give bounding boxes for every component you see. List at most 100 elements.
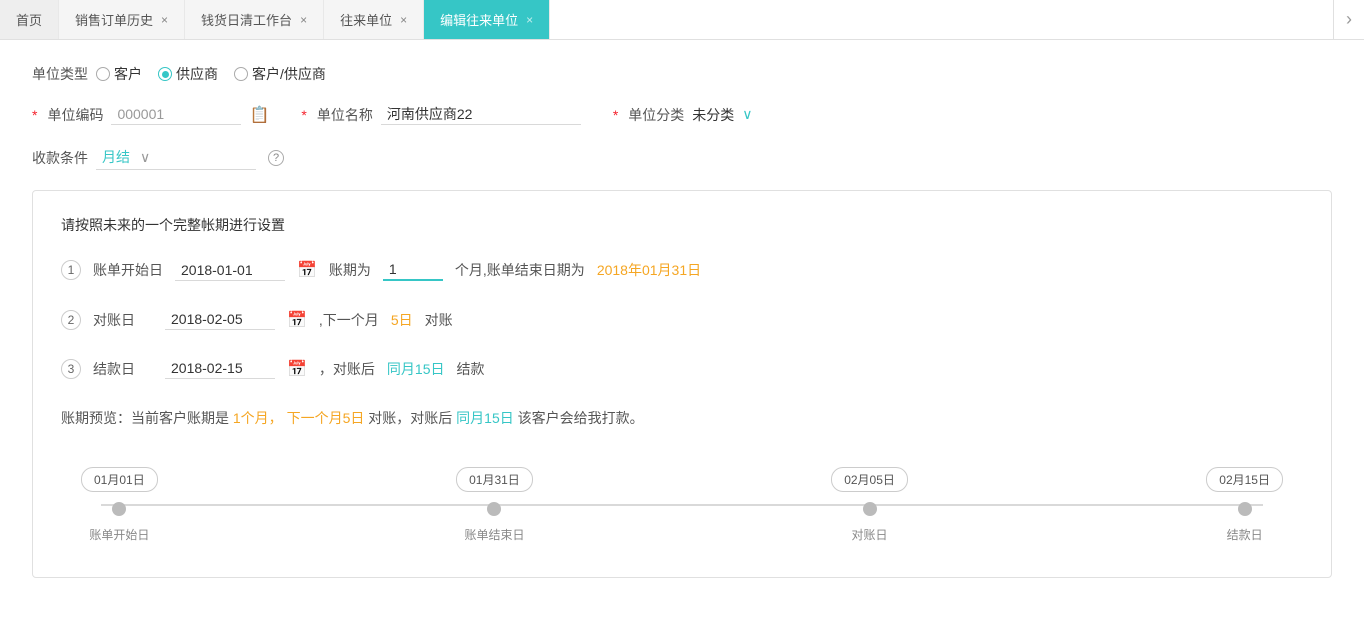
main-content: 单位类型 客户 供应商 客户/供应商 * 单位编码	[0, 40, 1364, 626]
radio-supplier-circle	[158, 67, 172, 81]
tab-sales-history-close[interactable]: ×	[161, 13, 168, 27]
tab-cash-workbench-close[interactable]: ×	[300, 13, 307, 27]
preview-suffix: 该客户会给我打款。	[518, 410, 644, 426]
timeline-node-1: 01月31日 账单结束日	[456, 467, 533, 543]
timeline-badge-1: 01月31日	[456, 467, 533, 492]
row3-suffix-highlight: 同月15日	[387, 359, 445, 379]
timeline-label-3: 结款日	[1227, 526, 1263, 543]
date-input-2[interactable]	[165, 309, 275, 330]
timeline-label-2: 对账日	[852, 526, 888, 543]
row3-suffix-after: 结款	[457, 359, 485, 379]
payment-condition-dropdown-arrow[interactable]: ∨	[140, 149, 150, 166]
unit-category-wrapper: 未分类 ∨	[692, 105, 872, 125]
setting-row-2: 2 对账日 📅 ,下一个月 5日 对账	[61, 309, 1303, 330]
tab-cash-workbench[interactable]: 钱货日清工作台 ×	[185, 0, 324, 39]
tab-home[interactable]: 首页	[0, 0, 59, 39]
timeline-node-0: 01月01日 账单开始日	[81, 467, 158, 543]
unit-code-field: * 单位编码 📋	[32, 104, 269, 125]
radio-customer[interactable]: 客户	[96, 64, 142, 84]
setting-label-2: 对账日	[93, 310, 153, 330]
unit-type-field: 单位类型 客户 供应商 客户/供应商	[32, 64, 326, 84]
payment-condition-value: 月结	[96, 145, 136, 169]
tab-sales-history[interactable]: 销售订单历史 ×	[59, 0, 185, 39]
tab-edit-counterparty[interactable]: 编辑往来单位 ×	[424, 0, 550, 39]
setting-number-2: 2	[61, 310, 81, 330]
setting-row-3: 3 结款日 📅 ，对账后 同月15日 结款	[61, 358, 1303, 379]
setting-label-1: 账单开始日	[93, 260, 163, 280]
radio-customer-supplier[interactable]: 客户/供应商	[234, 64, 326, 84]
timeline-badge-2: 02月05日	[831, 467, 908, 492]
unit-type-label: 单位类型	[32, 64, 88, 84]
preview-part3: 同月15日	[456, 410, 514, 426]
setting-number-3: 3	[61, 359, 81, 379]
unit-category-value: 未分类	[692, 105, 734, 125]
unit-type-row: 单位类型 客户 供应商 客户/供应商	[32, 64, 1332, 84]
period-input[interactable]	[383, 259, 443, 281]
row2-suffix-after: 对账	[425, 310, 453, 330]
unit-type-radio-group: 客户 供应商 客户/供应商	[96, 64, 326, 84]
tab-counterparty-close[interactable]: ×	[400, 13, 407, 27]
tab-more-arrow[interactable]: ›	[1333, 0, 1364, 39]
date-input-1[interactable]	[175, 260, 285, 281]
tab-bar: 首页 销售订单历史 × 钱货日清工作台 × 往来单位 × 编辑往来单位 × ›	[0, 0, 1364, 40]
timeline-dot-1	[487, 502, 501, 516]
unit-name-field: * 单位名称	[301, 104, 580, 125]
unit-category-field: * 单位分类 未分类 ∨	[613, 105, 872, 125]
date-input-3[interactable]	[165, 358, 275, 379]
unit-code-calendar-icon[interactable]: 📋	[249, 105, 269, 125]
unit-category-label: 单位分类	[628, 105, 684, 125]
setting-label-3: 结款日	[93, 359, 153, 379]
preview-part2: 下一个月5日	[287, 410, 365, 426]
unit-name-label: 单位名称	[317, 105, 373, 125]
tab-sales-history-label: 销售订单历史	[75, 10, 153, 29]
unit-code-input[interactable]	[111, 104, 241, 125]
radio-supplier[interactable]: 供应商	[158, 64, 218, 84]
radio-customer-supplier-circle	[234, 67, 248, 81]
timeline-dot-2	[863, 502, 877, 516]
tab-edit-counterparty-label: 编辑往来单位	[440, 10, 518, 29]
timeline-badge-0: 01月01日	[81, 467, 158, 492]
timeline-dot-0	[112, 502, 126, 516]
radio-customer-label: 客户	[114, 64, 142, 84]
tab-cash-workbench-label: 钱货日清工作台	[201, 10, 292, 29]
timeline-badge-3: 02月15日	[1206, 467, 1283, 492]
payment-condition-row: 收款条件 月结 ∨ ?	[32, 145, 1332, 170]
radio-customer-circle	[96, 67, 110, 81]
radio-customer-supplier-label: 客户/供应商	[252, 64, 326, 84]
unit-info-row: * 单位编码 📋 * 单位名称 * 单位分类 未分类 ∨	[32, 104, 1332, 125]
payment-condition-field: 收款条件 月结 ∨ ?	[32, 145, 284, 170]
payment-condition-label: 收款条件	[32, 148, 88, 168]
calendar-icon-1[interactable]: 📅	[297, 260, 317, 280]
radio-supplier-label: 供应商	[176, 64, 218, 84]
payment-help-icon[interactable]: ?	[268, 150, 284, 166]
setting-number-1: 1	[61, 260, 81, 280]
timeline-node-3: 02月15日 结款日	[1206, 467, 1283, 543]
row2-suffix-before: ,下一个月	[319, 310, 379, 330]
unit-category-required-star: *	[613, 107, 618, 123]
period-suffix-1: 个月,账单结束日期为	[455, 260, 585, 280]
calendar-icon-2[interactable]: 📅	[287, 310, 307, 330]
period-end-date: 2018年01月31日	[597, 260, 701, 280]
payment-condition-wrapper: 月结 ∨	[96, 145, 256, 170]
preview-prefix: 账期预览：当前客户账期是	[61, 410, 229, 426]
preview-text: 账期预览：当前客户账期是 1个月， 下一个月5日 对账，对账后 同月15日 该客…	[61, 407, 1303, 429]
settings-box: 请按照未来的一个完整帐期进行设置 1 账单开始日 📅 账期为 个月,账单结束日期…	[32, 190, 1332, 578]
row3-suffix-before: ，对账后	[319, 359, 375, 379]
timeline-node-2: 02月05日 对账日	[831, 467, 908, 543]
setting-row-1: 1 账单开始日 📅 账期为 个月,账单结束日期为 2018年01月31日	[61, 259, 1303, 281]
timeline-label-1: 账单结束日	[464, 526, 524, 543]
timeline-nodes: 01月01日 账单开始日 01月31日 账单结束日 02月05日 对账日 02月…	[81, 467, 1283, 543]
period-prefix-1: 账期为	[329, 260, 371, 280]
preview-middle: 对账，对账后	[368, 410, 452, 426]
timeline-container: 01月01日 账单开始日 01月31日 账单结束日 02月05日 对账日 02月…	[61, 457, 1303, 553]
unit-name-input[interactable]	[381, 104, 581, 125]
preview-part1: 1个月，	[233, 410, 283, 426]
calendar-icon-3[interactable]: 📅	[287, 359, 307, 379]
tab-counterparty-label: 往来单位	[340, 10, 392, 29]
settings-title: 请按照未来的一个完整帐期进行设置	[61, 215, 1303, 235]
unit-code-required-star: *	[32, 107, 37, 123]
unit-code-label: 单位编码	[47, 105, 103, 125]
tab-counterparty[interactable]: 往来单位 ×	[324, 0, 424, 39]
unit-category-dropdown-arrow[interactable]: ∨	[742, 106, 752, 123]
tab-edit-counterparty-close[interactable]: ×	[526, 13, 533, 27]
